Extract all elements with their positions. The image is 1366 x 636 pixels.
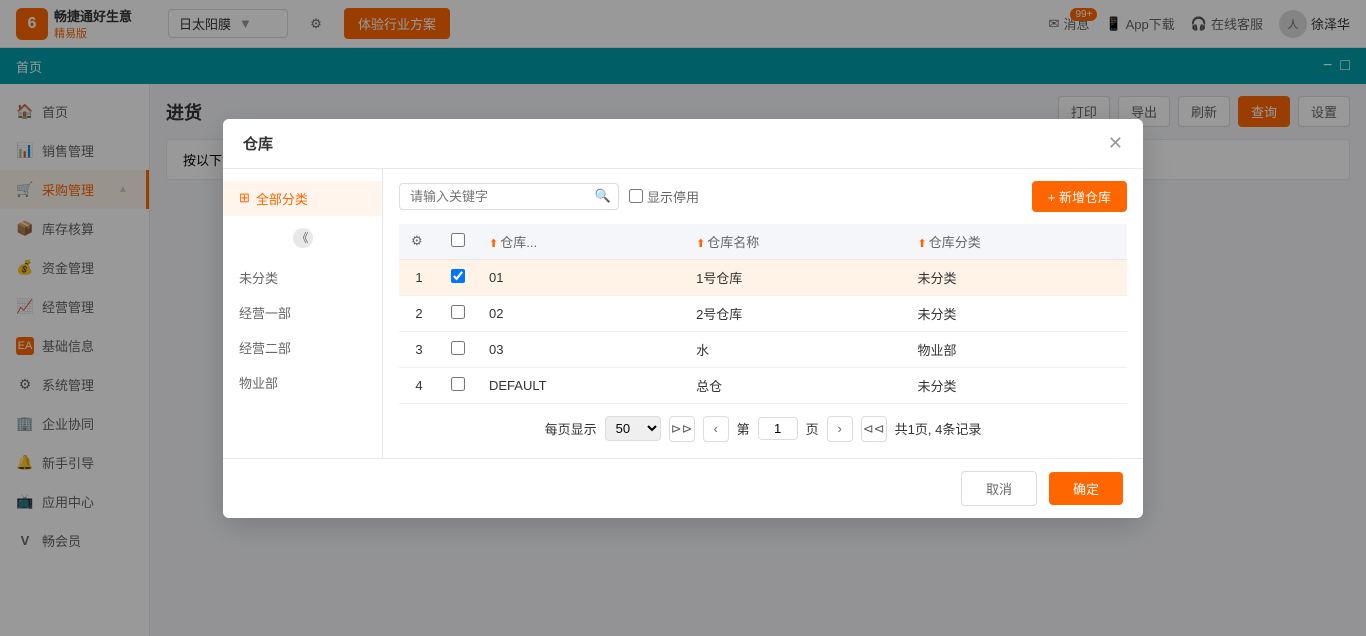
td-checkbox[interactable] [439,295,477,331]
dialog-overlay: 仓库 ✕ ⊞ 全部分类 《 未分类 经营一部 [0,0,1366,636]
dialog-footer: 取消 确定 [223,458,1143,518]
select-all-checkbox[interactable] [451,233,465,247]
dialog-sidebar: ⊞ 全部分类 《 未分类 经营一部 经营二部 物业部 [223,169,383,458]
th-category: ⬆仓库分类 [906,224,1127,260]
th-name: ⬆仓库名称 [684,224,905,260]
show-disabled-label[interactable]: 显示停用 [629,187,699,206]
row-checkbox[interactable] [451,341,465,355]
td-code: 02 [477,295,684,331]
table-container: ⚙ ⬆仓库... ⬆仓库名称 ⬆仓库分类 1 01 1号仓库 未分类 2 02 [399,224,1127,404]
pagination: 每页显示 50 100 ⊳⊳ ‹ 第 页 › ⊲⊲ 共1页, 4条记录 [399,404,1127,446]
dialog-sidebar-item-all[interactable]: ⊞ 全部分类 [223,181,382,216]
sidebar-collapse-button[interactable]: 《 [293,228,313,248]
next-page-button[interactable]: › [827,416,853,442]
page-number-input[interactable] [758,417,798,440]
confirm-button[interactable]: 确定 [1049,472,1123,505]
td-name: 2号仓库 [684,295,905,331]
cancel-button[interactable]: 取消 [961,471,1037,506]
table-row[interactable]: 2 02 2号仓库 未分类 [399,295,1127,331]
th-gear: ⚙ [399,224,439,260]
per-page-select[interactable]: 50 100 [605,416,661,441]
table-row[interactable]: 3 03 水 物业部 [399,331,1127,367]
dialog-toolbar: 🔍 显示停用 + 新增仓库 [399,181,1127,212]
td-num: 2 [399,295,439,331]
td-code: 03 [477,331,684,367]
total-info: 共1页, 4条记录 [895,419,982,438]
warehouse-table: ⚙ ⬆仓库... ⬆仓库名称 ⬆仓库分类 1 01 1号仓库 未分类 2 02 [399,224,1127,404]
row-checkbox[interactable] [451,377,465,391]
dialog-sidebar-item-unclassified[interactable]: 未分类 [223,260,382,295]
settings-icon: ⚙ [411,233,423,248]
row-checkbox[interactable] [451,305,465,319]
show-disabled-checkbox[interactable] [629,189,643,203]
td-code: 01 [477,259,684,295]
add-warehouse-button[interactable]: + 新增仓库 [1032,181,1127,212]
table-row[interactable]: 4 DEFAULT 总仓 未分类 [399,367,1127,403]
search-wrap: 🔍 [399,183,619,210]
search-input[interactable] [399,183,619,210]
td-category: 未分类 [906,367,1127,403]
row-checkbox[interactable] [451,269,465,283]
td-code: DEFAULT [477,367,684,403]
dialog-sidebar-item-dept1[interactable]: 经营一部 [223,295,382,330]
first-page-button[interactable]: ⊳⊳ [669,416,695,442]
last-page-button[interactable]: ⊲⊲ [861,416,887,442]
td-category: 未分类 [906,295,1127,331]
td-checkbox[interactable] [439,331,477,367]
td-category: 物业部 [906,331,1127,367]
td-checkbox[interactable] [439,259,477,295]
td-num: 1 [399,259,439,295]
table-row[interactable]: 1 01 1号仓库 未分类 [399,259,1127,295]
td-name: 总仓 [684,367,905,403]
dialog-sidebar-item-property[interactable]: 物业部 [223,365,382,400]
th-checkbox [439,224,477,260]
sort-icon-category: ⬆ [918,238,927,250]
sort-icon-name: ⬆ [696,238,705,250]
sort-icon: ⬆ [489,238,498,250]
td-num: 4 [399,367,439,403]
td-name: 水 [684,331,905,367]
dialog-title: 仓库 [243,133,273,154]
dialog-header: 仓库 ✕ [223,119,1143,169]
dialog-body: ⊞ 全部分类 《 未分类 经营一部 经营二部 物业部 [223,169,1143,458]
search-icon[interactable]: 🔍 [595,188,611,204]
table-header-row: ⚙ ⬆仓库... ⬆仓库名称 ⬆仓库分类 [399,224,1127,260]
grid-icon: ⊞ [239,190,250,206]
prev-page-button[interactable]: ‹ [703,416,729,442]
td-checkbox[interactable] [439,367,477,403]
td-category: 未分类 [906,259,1127,295]
td-name: 1号仓库 [684,259,905,295]
dialog-close-button[interactable]: ✕ [1108,134,1123,152]
dialog-sidebar-item-dept2[interactable]: 经营二部 [223,330,382,365]
td-num: 3 [399,331,439,367]
warehouse-dialog: 仓库 ✕ ⊞ 全部分类 《 未分类 经营一部 [223,119,1143,518]
dialog-main: 🔍 显示停用 + 新增仓库 ⚙ [383,169,1143,458]
th-code: ⬆仓库... [477,224,684,260]
